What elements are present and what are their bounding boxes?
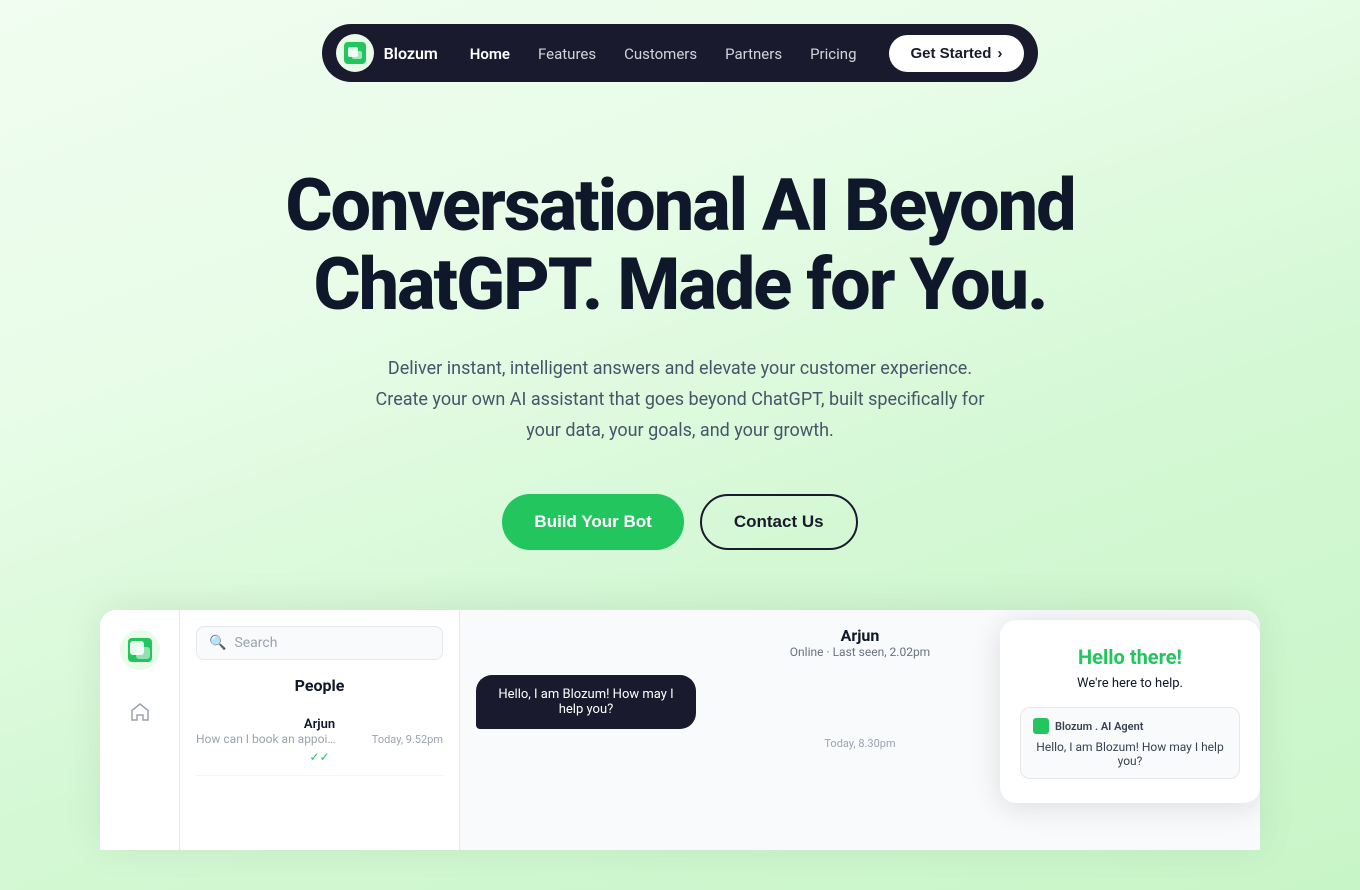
nav-link-home[interactable]: Home	[470, 45, 510, 63]
brand-name: Blozum	[384, 44, 438, 63]
hero-section: Conversational AI Beyond ChatGPT. Made f…	[0, 106, 1360, 890]
nav-links: Home Features Customers Partners Pricing	[470, 44, 857, 63]
chat-bubble: Hello, I am Blozum! How may I help you?	[476, 675, 696, 729]
navbar-container: Blozum Home Features Customers Partners …	[0, 0, 1360, 106]
dashboard-sidebar	[100, 610, 180, 850]
dashboard-preview: 🔍 Search People Arjun How can I book an …	[100, 610, 1260, 850]
navbar-brand: Blozum	[336, 34, 438, 72]
bot-label-icon	[1033, 718, 1049, 734]
sidebar-home-icon[interactable]	[122, 694, 158, 730]
nav-link-features[interactable]: Features	[538, 45, 596, 63]
nav-item-features[interactable]: Features	[538, 44, 596, 63]
nav-link-pricing[interactable]: Pricing	[810, 45, 856, 63]
floating-sub: We're here to help.	[1020, 676, 1240, 691]
bot-label-row: Blozum . AI Agent	[1033, 718, 1227, 734]
contact-us-button[interactable]: Contact Us	[700, 494, 858, 550]
navbar: Blozum Home Features Customers Partners …	[322, 24, 1039, 82]
get-started-button[interactable]: Get Started ›	[889, 35, 1025, 72]
person-name: Arjun	[196, 717, 443, 732]
cta-buttons: Build Your Bot Contact Us	[502, 494, 857, 550]
nav-item-home[interactable]: Home	[470, 44, 510, 63]
nav-item-partners[interactable]: Partners	[725, 44, 782, 63]
page-wrapper: Blozum Home Features Customers Partners …	[0, 0, 1360, 890]
nav-link-partners[interactable]: Partners	[725, 45, 782, 63]
sidebar-logo-icon	[128, 638, 152, 662]
search-placeholder: Search	[234, 635, 277, 651]
person-item: Arjun How can I book an appointment? Tod…	[196, 707, 443, 776]
arrow-icon: ›	[997, 45, 1002, 62]
nav-item-customers[interactable]: Customers	[624, 44, 697, 63]
bot-message-text: Hello, I am Blozum! How may I help you?	[1036, 740, 1223, 768]
people-label: People	[196, 676, 443, 695]
people-panel: 🔍 Search People Arjun How can I book an …	[180, 610, 460, 850]
person-message-text: How can I book an appointment?	[196, 732, 336, 746]
hero-subtitle: Deliver instant, intelligent answers and…	[370, 354, 990, 446]
check-icon: ✓✓	[309, 750, 329, 764]
nav-item-pricing[interactable]: Pricing	[810, 44, 856, 63]
search-bar[interactable]: 🔍 Search	[196, 626, 443, 660]
floating-greeting: Hello there!	[1020, 644, 1240, 670]
search-icon: 🔍	[209, 635, 226, 651]
person-message-row: How can I book an appointment? Today, 9.…	[196, 732, 443, 746]
nav-link-customers[interactable]: Customers	[624, 45, 697, 63]
build-your-bot-button[interactable]: Build Your Bot	[502, 494, 683, 550]
hero-title: Conversational AI Beyond ChatGPT. Made f…	[285, 166, 1074, 324]
brand-logo-icon	[344, 42, 366, 64]
sidebar-logo	[120, 630, 160, 670]
bot-label-text: Blozum . AI Agent	[1055, 720, 1143, 733]
floating-bot-message: Blozum . AI Agent Hello, I am Blozum! Ho…	[1020, 707, 1240, 779]
brand-logo	[336, 34, 374, 72]
floating-chat-card: Hello there! We're here to help. Blozum …	[1000, 620, 1260, 803]
person-time: Today, 9.52pm	[372, 733, 443, 746]
